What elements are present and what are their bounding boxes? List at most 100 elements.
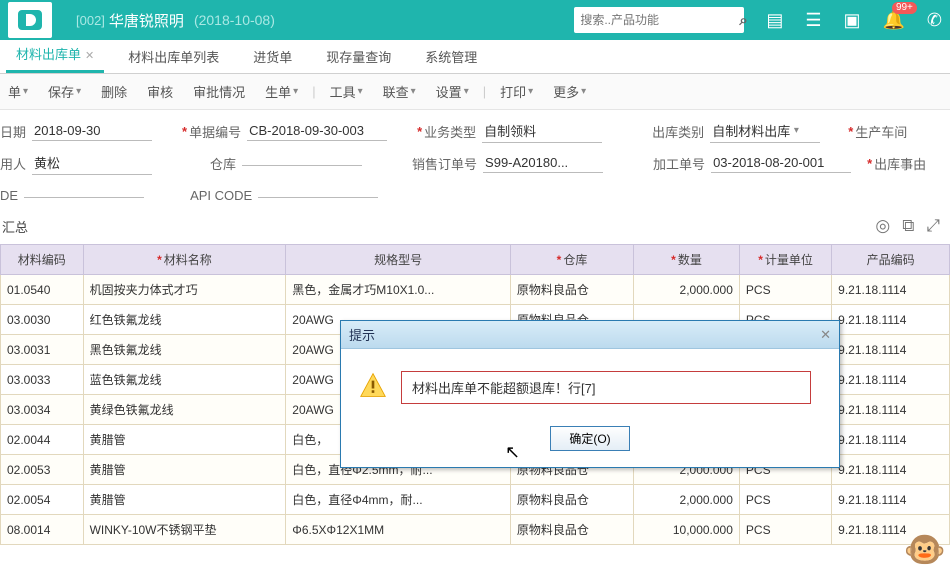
dialog-close-icon[interactable]: ✕ bbox=[820, 327, 831, 343]
search-box[interactable]: ⌕ bbox=[574, 7, 744, 33]
cell-code[interactable]: 01.0540 bbox=[1, 275, 84, 305]
copy-icon[interactable]: ⧉ bbox=[902, 216, 914, 236]
cell-code[interactable]: 02.0054 bbox=[1, 485, 84, 515]
tab-sys-manage[interactable]: 系统管理 bbox=[415, 40, 487, 73]
cell-prod[interactable]: 9.21.18.1114 bbox=[832, 455, 950, 485]
dialog-ok-button[interactable]: 确定(O) bbox=[550, 426, 629, 451]
cell-name[interactable]: 黄腊管 bbox=[83, 485, 286, 515]
header-date: (2018-10-08) bbox=[194, 12, 275, 28]
tb-approval[interactable]: 审批情况 bbox=[187, 78, 251, 105]
lbl-date: 日期 bbox=[0, 122, 26, 141]
tab-material-out-list[interactable]: 材料出库单列表 bbox=[118, 40, 229, 73]
cell-code[interactable]: 03.0030 bbox=[1, 305, 84, 335]
cell-prod[interactable]: 9.21.18.1114 bbox=[832, 485, 950, 515]
fld-outtype[interactable]: 自制材料出库 ▾ bbox=[710, 119, 820, 143]
cell-prod[interactable]: 9.21.18.1114 bbox=[832, 365, 950, 395]
fld-apicode[interactable] bbox=[258, 193, 378, 198]
tb-related[interactable]: 联查▾ bbox=[377, 78, 422, 105]
save-disk-icon[interactable]: ▤ bbox=[766, 10, 783, 31]
app-logo[interactable] bbox=[8, 2, 52, 38]
tab-purchase[interactable]: 进货单 bbox=[243, 40, 302, 73]
warning-icon bbox=[359, 371, 387, 399]
cell-code[interactable]: 02.0044 bbox=[1, 425, 84, 455]
lbl-reason: 出库事由 bbox=[874, 154, 926, 173]
col-wh[interactable]: *仓库 bbox=[510, 245, 633, 275]
lbl-apicode: API CODE bbox=[190, 188, 252, 203]
cell-code[interactable]: 02.0053 bbox=[1, 455, 84, 485]
cell-wh[interactable]: 原物料良品仓 bbox=[510, 515, 633, 545]
cell-prod[interactable]: 9.21.18.1114 bbox=[832, 335, 950, 365]
tb-delete[interactable]: 删除 bbox=[95, 78, 133, 105]
cell-unit[interactable]: PCS bbox=[739, 485, 831, 515]
table-row[interactable]: 08.0014WINKY-10W不锈钢平垫Φ6.5XΦ12X1MM原物料良品仓1… bbox=[1, 515, 950, 545]
phone-icon[interactable]: ✆ bbox=[927, 10, 942, 31]
cell-prod[interactable]: 9.21.18.1114 bbox=[832, 275, 950, 305]
notification-badge: 99+ bbox=[892, 2, 917, 14]
cell-wh[interactable]: 原物料良品仓 bbox=[510, 275, 633, 305]
tb-audit[interactable]: 审核 bbox=[141, 78, 179, 105]
tab-stock-query[interactable]: 现存量查询 bbox=[316, 40, 401, 73]
cell-code[interactable]: 03.0034 bbox=[1, 395, 84, 425]
col-qty[interactable]: *数量 bbox=[634, 245, 740, 275]
cell-name[interactable]: WINKY-10W不锈钢平垫 bbox=[83, 515, 286, 545]
cell-name[interactable]: 红色铁氟龙线 bbox=[83, 305, 286, 335]
chat-icon[interactable]: ▣ bbox=[843, 10, 860, 31]
tb-bill[interactable]: 单▾ bbox=[2, 78, 34, 105]
cell-qty[interactable]: 2,000.000 bbox=[634, 485, 740, 515]
tab-close-icon[interactable]: ✕ bbox=[85, 50, 94, 62]
search-icon[interactable]: ⌕ bbox=[739, 12, 747, 29]
cell-prod[interactable]: 9.21.18.1114 bbox=[832, 425, 950, 455]
col-name[interactable]: *材料名称 bbox=[83, 245, 286, 275]
cell-prod[interactable]: 9.21.18.1114 bbox=[832, 395, 950, 425]
tb-more[interactable]: 更多▾ bbox=[547, 78, 592, 105]
table-row[interactable]: 02.0054黄腊管白色，直径Φ4mm，耐...原物料良品仓2,000.000P… bbox=[1, 485, 950, 515]
fld-billno[interactable]: CB-2018-09-30-003 bbox=[247, 121, 387, 141]
settings-sliders-icon[interactable]: ☰ bbox=[805, 10, 821, 31]
tb-print[interactable]: 打印▾ bbox=[494, 78, 539, 105]
cell-wh[interactable]: 原物料良品仓 bbox=[510, 485, 633, 515]
cell-spec[interactable]: 白色，直径Φ4mm，耐... bbox=[286, 485, 511, 515]
col-unit[interactable]: *计量单位 bbox=[739, 245, 831, 275]
cell-name[interactable]: 黄绿色铁氟龙线 bbox=[83, 395, 286, 425]
tb-create[interactable]: 生单▾ bbox=[259, 78, 304, 105]
cell-qty[interactable]: 10,000.000 bbox=[634, 515, 740, 545]
search-input[interactable] bbox=[580, 13, 735, 27]
notification-bell-icon[interactable]: 🔔99+ bbox=[882, 10, 904, 31]
cell-spec[interactable]: 黑色，金属才巧M10X1.0... bbox=[286, 275, 511, 305]
lbl-saleorder: 销售订单号 bbox=[412, 154, 477, 173]
fld-workorder[interactable]: 03-2018-08-20-001 bbox=[711, 153, 851, 173]
fld-date[interactable]: 2018-09-30 bbox=[32, 121, 152, 141]
cell-prod[interactable]: 9.21.18.1114 bbox=[832, 305, 950, 335]
cell-code[interactable]: 03.0033 bbox=[1, 365, 84, 395]
locate-icon[interactable]: ◎ bbox=[875, 216, 890, 236]
cell-name[interactable]: 黄腊管 bbox=[83, 425, 286, 455]
lbl-user: 用人 bbox=[0, 154, 26, 173]
fld-saleorder[interactable]: S99-A20180... bbox=[483, 153, 603, 173]
cell-spec[interactable]: Φ6.5XΦ12X1MM bbox=[286, 515, 511, 545]
fld-biztype[interactable]: 自制领料 bbox=[482, 119, 602, 143]
dialog-message: 材料出库单不能超额退库！行[7] bbox=[401, 371, 811, 404]
fld-user[interactable]: 黄松 bbox=[32, 151, 152, 175]
app-header: [002] 华唐锐照明 (2018-10-08) ⌕ ▤ ☰ ▣ 🔔99+ ✆ bbox=[0, 0, 950, 40]
cell-unit[interactable]: PCS bbox=[739, 515, 831, 545]
cell-qty[interactable]: 2,000.000 bbox=[634, 275, 740, 305]
cell-code[interactable]: 08.0014 bbox=[1, 515, 84, 545]
cell-name[interactable]: 黄腊管 bbox=[83, 455, 286, 485]
tab-material-out[interactable]: 材料出库单✕ bbox=[6, 37, 104, 73]
tb-save[interactable]: 保存▾ bbox=[42, 78, 87, 105]
tb-settings[interactable]: 设置▾ bbox=[430, 78, 475, 105]
cell-name[interactable]: 机固按夹力体式才巧 bbox=[83, 275, 286, 305]
col-spec[interactable]: 规格型号 bbox=[286, 245, 511, 275]
fld-code[interactable] bbox=[24, 193, 144, 198]
form-area: 日期2018-09-30 *单据编号CB-2018-09-30-003 *业务类… bbox=[0, 110, 950, 244]
fld-warehouse[interactable] bbox=[242, 161, 362, 166]
tb-tools[interactable]: 工具▾ bbox=[324, 78, 369, 105]
table-row[interactable]: 01.0540机固按夹力体式才巧黑色，金属才巧M10X1.0...原物料良品仓2… bbox=[1, 275, 950, 305]
col-prod[interactable]: 产品编码 bbox=[832, 245, 950, 275]
col-code[interactable]: 材料编码 bbox=[1, 245, 84, 275]
cell-name[interactable]: 黑色铁氟龙线 bbox=[83, 335, 286, 365]
cell-code[interactable]: 03.0031 bbox=[1, 335, 84, 365]
cell-unit[interactable]: PCS bbox=[739, 275, 831, 305]
expand-icon[interactable]: ⤢ bbox=[926, 216, 940, 236]
cell-name[interactable]: 蓝色铁氟龙线 bbox=[83, 365, 286, 395]
